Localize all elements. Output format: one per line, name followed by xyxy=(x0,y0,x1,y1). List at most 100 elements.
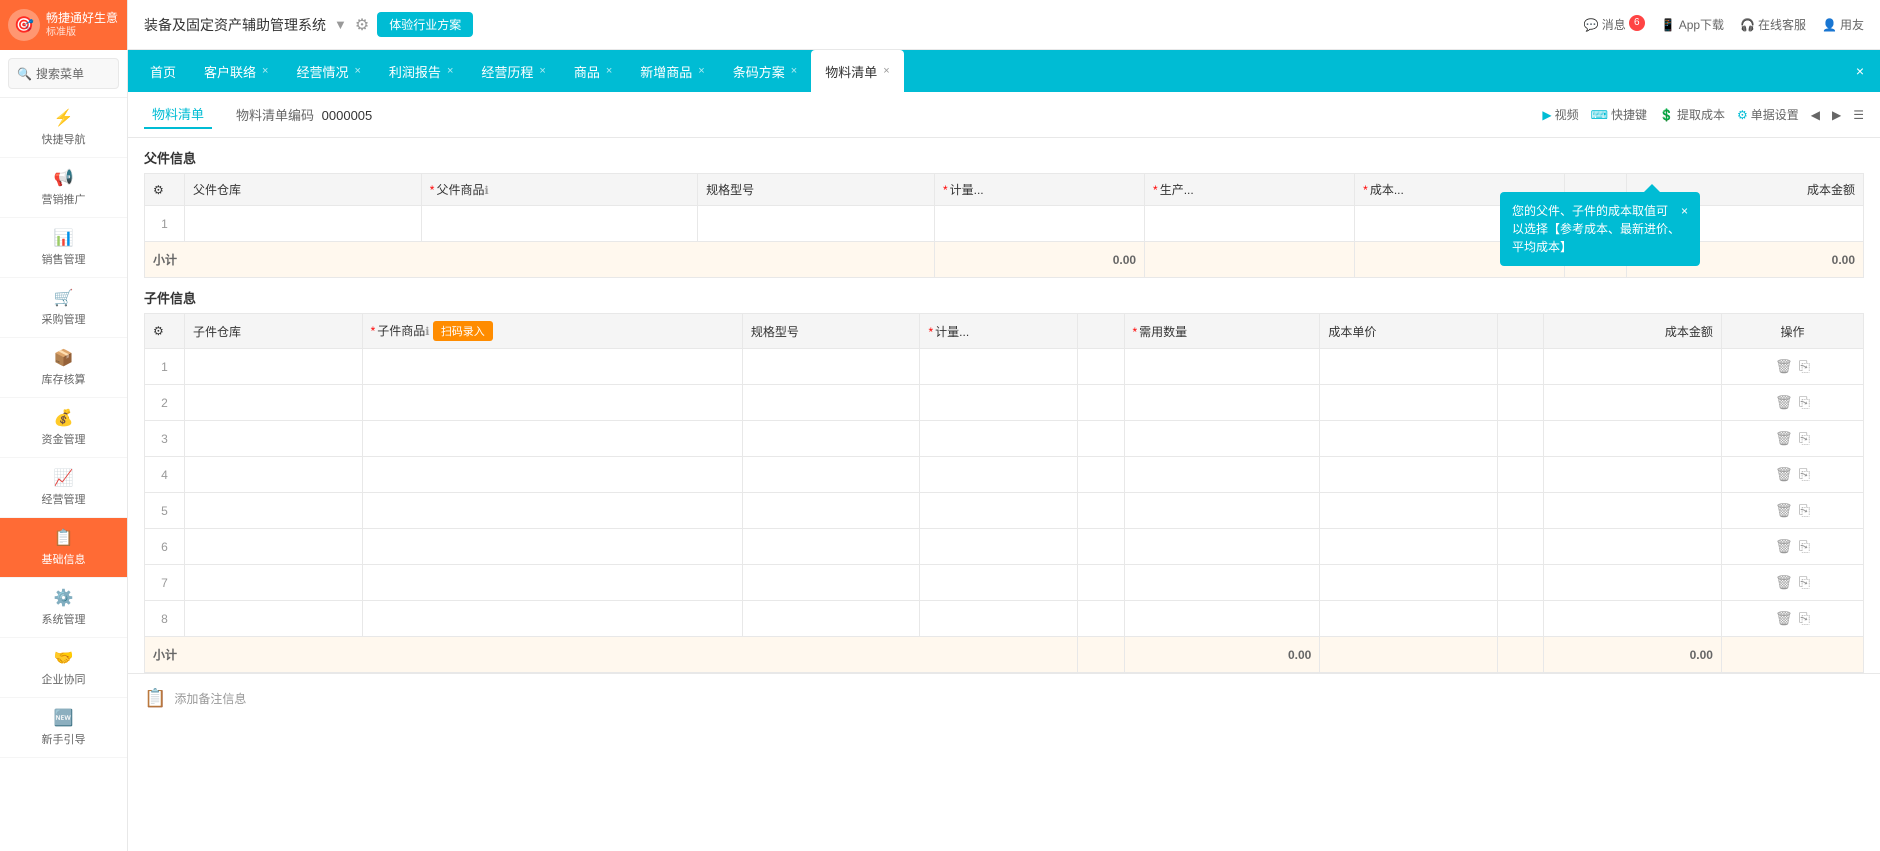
child-copy-icon-2[interactable]: ⎘ xyxy=(1799,394,1810,411)
sidebar-item-purchase[interactable]: 🛒 采购管理 xyxy=(0,278,127,338)
child-delete-icon-6[interactable]: 🗑 xyxy=(1775,538,1793,555)
child-unit-7[interactable] xyxy=(920,565,1078,601)
child-goods-6[interactable] xyxy=(362,529,742,565)
child-delete-icon-5[interactable]: 🗑 xyxy=(1775,502,1793,519)
user-menu[interactable]: 👤 用友 xyxy=(1822,16,1864,33)
child-unit-cost-7[interactable] xyxy=(1320,565,1498,601)
child-col-setting[interactable]: ⚙ xyxy=(145,314,185,349)
close-all-tabs-icon[interactable]: × xyxy=(1848,59,1872,83)
child-spec-6[interactable] xyxy=(742,529,920,565)
child-unit-5[interactable] xyxy=(920,493,1078,529)
child-qty-6[interactable] xyxy=(1124,529,1320,565)
child-goods-7[interactable] xyxy=(362,565,742,601)
child-warehouse-8[interactable] xyxy=(185,601,363,637)
child-unit-3[interactable] xyxy=(920,421,1078,457)
child-unit-cost-1[interactable] xyxy=(1320,349,1498,385)
single-settings-action[interactable]: ⚙ 单据设置 xyxy=(1737,106,1799,123)
tab-home[interactable]: 首页 xyxy=(136,50,190,92)
child-unit-cost-3[interactable] xyxy=(1320,421,1498,457)
child-copy-icon-5[interactable]: ⎘ xyxy=(1799,502,1810,519)
settings-icon[interactable]: ⚙ xyxy=(355,15,369,35)
child-qty-2[interactable] xyxy=(1124,385,1320,421)
tab-bom-close[interactable]: × xyxy=(883,65,889,77)
sidebar-item-sales[interactable]: 📊 销售管理 xyxy=(0,218,127,278)
child-copy-icon-7[interactable]: ⎘ xyxy=(1799,574,1810,591)
parent-goods-1[interactable] xyxy=(421,206,697,242)
child-spec-4[interactable] xyxy=(742,457,920,493)
child-qty-3[interactable] xyxy=(1124,421,1320,457)
sidebar-item-system[interactable]: ⚙️ 系统管理 xyxy=(0,578,127,638)
child-copy-icon-8[interactable]: ⎘ xyxy=(1799,610,1810,627)
scan-input-btn[interactable]: 扫码录入 xyxy=(433,321,493,341)
child-warehouse-1[interactable] xyxy=(185,349,363,385)
experience-btn[interactable]: 体验行业方案 xyxy=(377,12,473,37)
sidebar-item-basic[interactable]: 📋 基础信息 xyxy=(0,518,127,578)
tab-operation-status[interactable]: 经营情况 × xyxy=(282,50,374,92)
child-delete-icon-4[interactable]: 🗑 xyxy=(1775,466,1793,483)
child-unit-8[interactable] xyxy=(920,601,1078,637)
child-delete-icon-7[interactable]: 🗑 xyxy=(1775,574,1793,591)
child-unit-cost-6[interactable] xyxy=(1320,529,1498,565)
child-delete-icon-8[interactable]: 🗑 xyxy=(1775,610,1793,627)
list-view-action[interactable]: ☰ xyxy=(1853,108,1864,122)
child-delete-icon-1[interactable]: 🗑 xyxy=(1775,358,1793,375)
child-warehouse-5[interactable] xyxy=(185,493,363,529)
child-unit-cost-2[interactable] xyxy=(1320,385,1498,421)
child-warehouse-3[interactable] xyxy=(185,421,363,457)
tab-barcode-close[interactable]: × xyxy=(791,65,797,77)
child-warehouse-4[interactable] xyxy=(185,457,363,493)
child-unit-cost-8[interactable] xyxy=(1320,601,1498,637)
tab-history-close[interactable]: × xyxy=(539,65,545,77)
parent-unit-1[interactable] xyxy=(934,206,1144,242)
pagination-prev[interactable]: ◀ xyxy=(1811,108,1820,122)
tab-operation-status-close[interactable]: × xyxy=(354,65,360,77)
sub-tab-bom-code[interactable]: 物料清单编码 0000005 xyxy=(228,101,380,128)
tab-goods[interactable]: 商品 × xyxy=(560,50,626,92)
sidebar-item-operation[interactable]: 📈 经营管理 xyxy=(0,458,127,518)
sidebar-item-guide[interactable]: 🆕 新手引导 xyxy=(0,698,127,758)
extract-cost-action[interactable]: 💲 提取成本 xyxy=(1659,106,1725,123)
sidebar-item-cooperation[interactable]: 🤝 企业协同 xyxy=(0,638,127,698)
child-qty-5[interactable] xyxy=(1124,493,1320,529)
message-button[interactable]: 💬 消息 6 xyxy=(1584,16,1645,33)
parent-warehouse-1[interactable] xyxy=(185,206,422,242)
child-delete-icon-2[interactable]: 🗑 xyxy=(1775,394,1793,411)
search-menu-button[interactable]: 🔍 搜索菜单 xyxy=(8,58,119,89)
view-action[interactable]: ▶ 视频 xyxy=(1542,106,1578,123)
tab-new-goods[interactable]: 新增商品 × xyxy=(626,50,718,92)
child-qty-7[interactable] xyxy=(1124,565,1320,601)
child-copy-icon-3[interactable]: ⎘ xyxy=(1799,430,1810,447)
parent-production-1[interactable] xyxy=(1145,206,1355,242)
child-goods-2[interactable] xyxy=(362,385,742,421)
child-copy-icon-4[interactable]: ⎘ xyxy=(1799,466,1810,483)
online-service-button[interactable]: 🎧 在线客服 xyxy=(1740,16,1806,33)
child-spec-1[interactable] xyxy=(742,349,920,385)
tab-new-goods-close[interactable]: × xyxy=(698,65,704,77)
tab-history[interactable]: 经营历程 × xyxy=(467,50,559,92)
tab-goods-close[interactable]: × xyxy=(606,65,612,77)
tab-customer[interactable]: 客户联络 × xyxy=(190,50,282,92)
child-unit-6[interactable] xyxy=(920,529,1078,565)
parent-col-setting[interactable]: ⚙ xyxy=(145,174,185,206)
child-unit-4[interactable] xyxy=(920,457,1078,493)
child-goods-1[interactable] xyxy=(362,349,742,385)
child-spec-5[interactable] xyxy=(742,493,920,529)
pagination-next[interactable]: ▶ xyxy=(1832,108,1841,122)
child-warehouse-7[interactable] xyxy=(185,565,363,601)
app-download-button[interactable]: 📱 App下载 xyxy=(1661,16,1724,33)
child-qty-1[interactable] xyxy=(1124,349,1320,385)
child-qty-4[interactable] xyxy=(1124,457,1320,493)
child-spec-2[interactable] xyxy=(742,385,920,421)
tab-profit[interactable]: 利润报告 × xyxy=(375,50,467,92)
child-unit-2[interactable] xyxy=(920,385,1078,421)
child-spec-7[interactable] xyxy=(742,565,920,601)
tab-bom[interactable]: 物料清单 × xyxy=(811,50,903,92)
sub-tab-bom-list[interactable]: 物料清单 xyxy=(144,100,212,129)
sidebar-item-quick-nav[interactable]: ⚡ 快捷导航 xyxy=(0,98,127,158)
child-copy-icon-6[interactable]: ⎘ xyxy=(1799,538,1810,555)
child-warehouse-6[interactable] xyxy=(185,529,363,565)
parent-spec-1[interactable] xyxy=(698,206,935,242)
child-unit-cost-5[interactable] xyxy=(1320,493,1498,529)
child-qty-8[interactable] xyxy=(1124,601,1320,637)
sidebar-item-inventory[interactable]: 📦 库存核算 xyxy=(0,338,127,398)
